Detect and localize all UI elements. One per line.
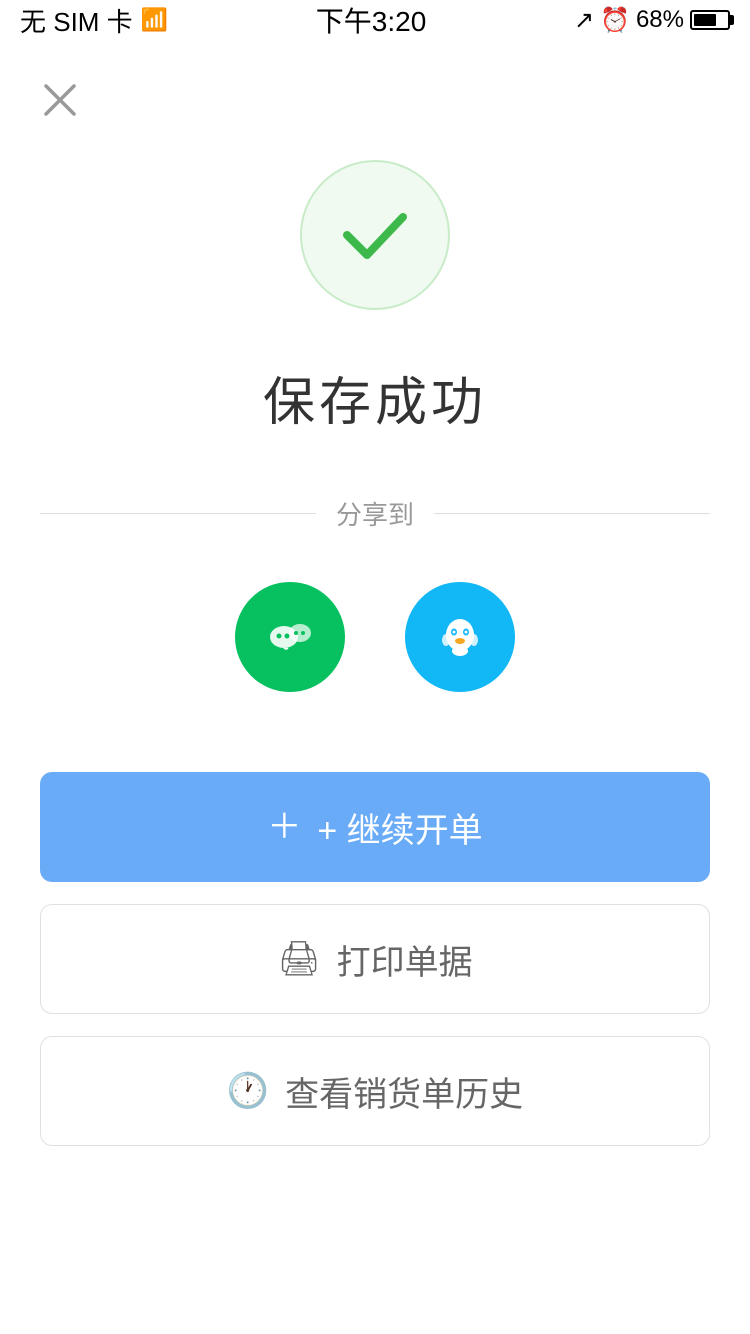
- history-button[interactable]: 🕐 查看销货单历史: [40, 1036, 710, 1146]
- print-button[interactable]: 🖨 打印单据: [40, 904, 710, 1014]
- wechat-icon: [258, 605, 323, 670]
- continue-button[interactable]: ＋ + 继续开单: [40, 772, 710, 882]
- status-time: 下午3:20: [316, 0, 427, 40]
- status-right: ↗ ⏰ 68%: [574, 6, 730, 35]
- qq-share-button[interactable]: [405, 582, 515, 692]
- battery-percentage: 68%: [636, 6, 684, 34]
- wechat-share-button[interactable]: [235, 582, 345, 692]
- history-icon: 🕐: [227, 1074, 269, 1108]
- sim-label: 无 SIM 卡: [20, 2, 133, 39]
- history-label: 查看销货单历史: [285, 1067, 523, 1116]
- main-content: 保存成功 分享到: [0, 130, 750, 1334]
- print-label: 打印单据: [337, 935, 473, 984]
- share-icons: [235, 582, 515, 692]
- action-buttons: ＋ + 继续开单 🖨 打印单据 🕐 查看销货单历史: [40, 772, 710, 1146]
- close-button[interactable]: [30, 70, 90, 130]
- continue-label: + 继续开单: [317, 803, 482, 852]
- close-icon: [42, 82, 78, 118]
- wifi-icon: 📶: [141, 7, 168, 33]
- status-left: 无 SIM 卡 📶: [20, 2, 168, 39]
- print-icon: 🖨: [277, 942, 320, 976]
- alarm-icon: ⏰: [600, 6, 630, 35]
- qq-icon: [428, 605, 493, 670]
- checkmark-icon: [335, 195, 415, 275]
- status-bar: 无 SIM 卡 📶 下午3:20 ↗ ⏰ 68%: [0, 0, 750, 40]
- divider-left: [40, 513, 316, 514]
- share-label: 分享到: [336, 495, 414, 532]
- success-circle: [300, 160, 450, 310]
- share-divider: 分享到: [40, 495, 710, 532]
- battery-icon: [690, 10, 730, 30]
- plus-icon: ＋: [267, 810, 301, 844]
- location-icon: ↗: [574, 6, 594, 35]
- success-title: 保存成功: [263, 360, 487, 435]
- divider-right: [434, 513, 710, 514]
